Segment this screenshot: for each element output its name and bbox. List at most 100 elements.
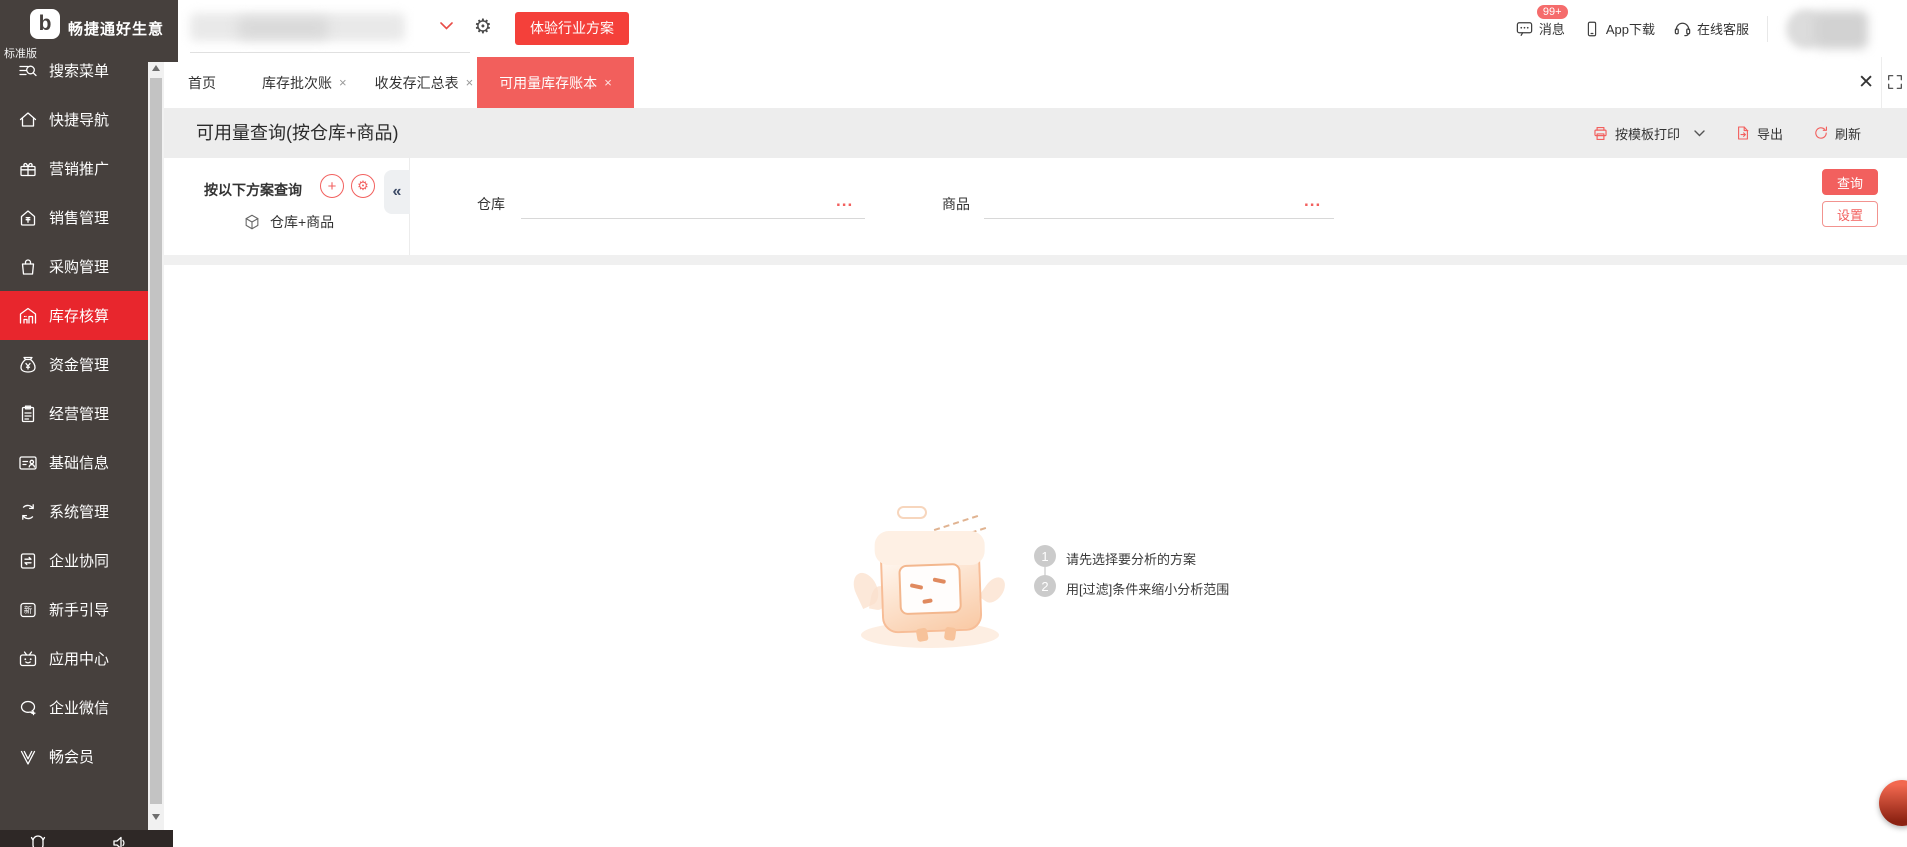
- online-service-button[interactable]: 在线客服: [1673, 19, 1749, 38]
- add-scheme-button[interactable]: +: [320, 174, 344, 198]
- collapse-pane-button[interactable]: «: [384, 170, 410, 214]
- sidebar-item-label: 系统管理: [49, 504, 110, 521]
- home-icon: [18, 110, 38, 130]
- tab-available-ledger-active[interactable]: 可用量库存账本 ×: [477, 57, 634, 108]
- sidebar-item-marketing[interactable]: 营销推广: [0, 144, 148, 193]
- sidebar-item-app-center[interactable]: 应用中心: [0, 634, 148, 683]
- app-window: 搜索菜单 快捷导航 营销推广 销售管理 采购管理 库存核算 资金管理 经营管理 …: [0, 0, 1907, 847]
- scheme-item-warehouse-product[interactable]: 仓库+商品: [243, 212, 334, 232]
- scroll-down-arrow-icon[interactable]: [152, 814, 160, 820]
- sidebar-item-collaboration[interactable]: 企业协同: [0, 536, 148, 585]
- logo-block: b 畅捷通好生意 标准版: [0, 0, 178, 62]
- sidebar-item-label: 资金管理: [49, 357, 110, 374]
- step-2-text: 用[过滤]条件来缩小分析范围: [1066, 582, 1230, 597]
- export-label: 导出: [1756, 126, 1783, 142]
- header-right-group: 消息 99+ App下载 在线客服: [1515, 0, 1868, 57]
- app-download-button[interactable]: App下载: [1583, 19, 1655, 38]
- product-field-input[interactable]: [984, 218, 1334, 219]
- sidebar-scrollbar[interactable]: [148, 57, 164, 830]
- floating-feedback-button[interactable]: [1879, 780, 1907, 826]
- tab-home[interactable]: 首页: [188, 57, 216, 108]
- sidebar-item-wechat[interactable]: 企业微信: [0, 683, 148, 732]
- scroll-up-arrow-icon[interactable]: [152, 65, 160, 71]
- settings-button[interactable]: 设置: [1822, 201, 1878, 227]
- tabbar-divider: [1881, 57, 1882, 108]
- company-select-blur-overlay: [238, 18, 328, 38]
- scheme-pane-title: 按以下方案查询: [204, 182, 302, 198]
- sidebar-item-label: 经营管理: [49, 406, 110, 423]
- online-service-label: 在线客服: [1696, 22, 1749, 37]
- sidebar-item-label: 库存核算: [49, 308, 110, 325]
- page-title: 可用量查询(按仓库+商品): [196, 123, 399, 143]
- sidebar-item-label: 新手引导: [49, 602, 110, 619]
- edition-label: 标准版: [4, 48, 37, 60]
- chevron-down-icon[interactable]: [440, 22, 453, 30]
- tab-close-icon[interactable]: ×: [604, 75, 612, 90]
- gear-icon[interactable]: ⚙: [474, 14, 492, 39]
- sidebar-item-label: 畅会员: [49, 749, 95, 766]
- header-divider: [1767, 15, 1768, 42]
- sidebar-item-business[interactable]: 经营管理: [0, 389, 148, 438]
- svg-text:新: 新: [24, 605, 33, 615]
- warehouse-more-icon[interactable]: ...: [836, 191, 853, 211]
- phone-icon: [1583, 20, 1601, 38]
- messages-button[interactable]: 消息 99+: [1515, 3, 1570, 38]
- fullscreen-icon[interactable]: [1886, 73, 1904, 91]
- refresh-button[interactable]: 刷新: [1813, 124, 1861, 143]
- product-more-icon[interactable]: ...: [1304, 191, 1321, 211]
- tab-label: 收发存汇总表: [374, 74, 459, 91]
- tab-bar: 首页 库存批次账 × 收发存汇总表 × 可用量库存账本 × ✕: [164, 57, 1907, 108]
- sidebar-item-newbie-guide[interactable]: 新 新手引导: [0, 585, 148, 634]
- cube-icon: [243, 213, 261, 231]
- title-actions: 按模板打印 导出 刷新: [1592, 108, 1861, 158]
- main-content: 1 请先选择要分析的方案 2 用[过滤]条件来缩小分析范围: [164, 265, 1907, 847]
- printer-icon: [1592, 125, 1609, 142]
- sidebar-item-inventory[interactable]: 库存核算: [0, 291, 148, 340]
- shopping-bag-icon: [18, 257, 38, 277]
- chevron-down-icon[interactable]: [1694, 129, 1705, 137]
- footer-sound-icon[interactable]: [112, 835, 128, 847]
- refresh-label: 刷新: [1834, 126, 1861, 142]
- sidebar-item-quick-nav[interactable]: 快捷导航: [0, 95, 148, 144]
- sidebar-item-funds[interactable]: 资金管理: [0, 340, 148, 389]
- cloud-shape: [897, 506, 927, 519]
- sidebar-item-member[interactable]: 畅会员: [0, 732, 148, 781]
- gift-icon: [18, 159, 38, 179]
- sidebar-item-system[interactable]: 系统管理: [0, 487, 148, 536]
- message-bubble-icon: [1515, 19, 1534, 38]
- footer-robot-icon[interactable]: [30, 835, 46, 847]
- tab-inventory-batch[interactable]: 库存批次账 ×: [262, 57, 347, 108]
- warehouse-field-input[interactable]: [521, 218, 865, 219]
- sidebar: 搜索菜单 快捷导航 营销推广 销售管理 采购管理 库存核算 资金管理 经营管理 …: [0, 0, 148, 847]
- double-chevron-left-icon: «: [392, 183, 402, 200]
- print-by-template-button[interactable]: 按模板打印: [1592, 124, 1705, 143]
- brand-name: 畅捷通好生意: [68, 21, 165, 38]
- export-icon: [1735, 125, 1751, 141]
- warehouse-field-label: 仓库: [477, 196, 505, 212]
- app-download-label: App下载: [1605, 22, 1655, 37]
- tab-label: 库存批次账: [262, 74, 332, 91]
- tab-close-icon[interactable]: ×: [466, 75, 474, 90]
- headset-icon: [1673, 19, 1692, 38]
- search-icon: [18, 61, 38, 81]
- scrollbar-thumb[interactable]: [150, 78, 162, 804]
- export-button[interactable]: 导出: [1735, 124, 1783, 143]
- tab-close-icon[interactable]: ×: [339, 75, 347, 90]
- company-select-underline: [190, 52, 470, 53]
- refresh-icon: [1813, 125, 1829, 141]
- tab-label: 可用量库存账本: [499, 74, 598, 91]
- scheme-settings-button[interactable]: ⚙: [351, 174, 375, 198]
- industry-solution-button[interactable]: 体验行业方案: [515, 12, 629, 45]
- user-avatar-blurred[interactable]: [1786, 7, 1868, 51]
- member-v-icon: [18, 747, 38, 767]
- close-icon[interactable]: ✕: [1858, 57, 1874, 108]
- sidebar-item-label: 基础信息: [49, 455, 110, 472]
- sidebar-item-purchase[interactable]: 采购管理: [0, 242, 148, 291]
- sidebar-item-label: 企业微信: [49, 700, 110, 717]
- sidebar-item-sales[interactable]: 销售管理: [0, 193, 148, 242]
- sidebar-item-basic-info[interactable]: 基础信息: [0, 438, 148, 487]
- top-header: ⚙ 体验行业方案 消息 99+ App下载 在线客服: [178, 0, 1907, 57]
- tab-summary[interactable]: 收发存汇总表 ×: [375, 57, 474, 108]
- brand-logo-icon: b: [30, 9, 60, 39]
- query-button[interactable]: 查询: [1822, 169, 1878, 195]
